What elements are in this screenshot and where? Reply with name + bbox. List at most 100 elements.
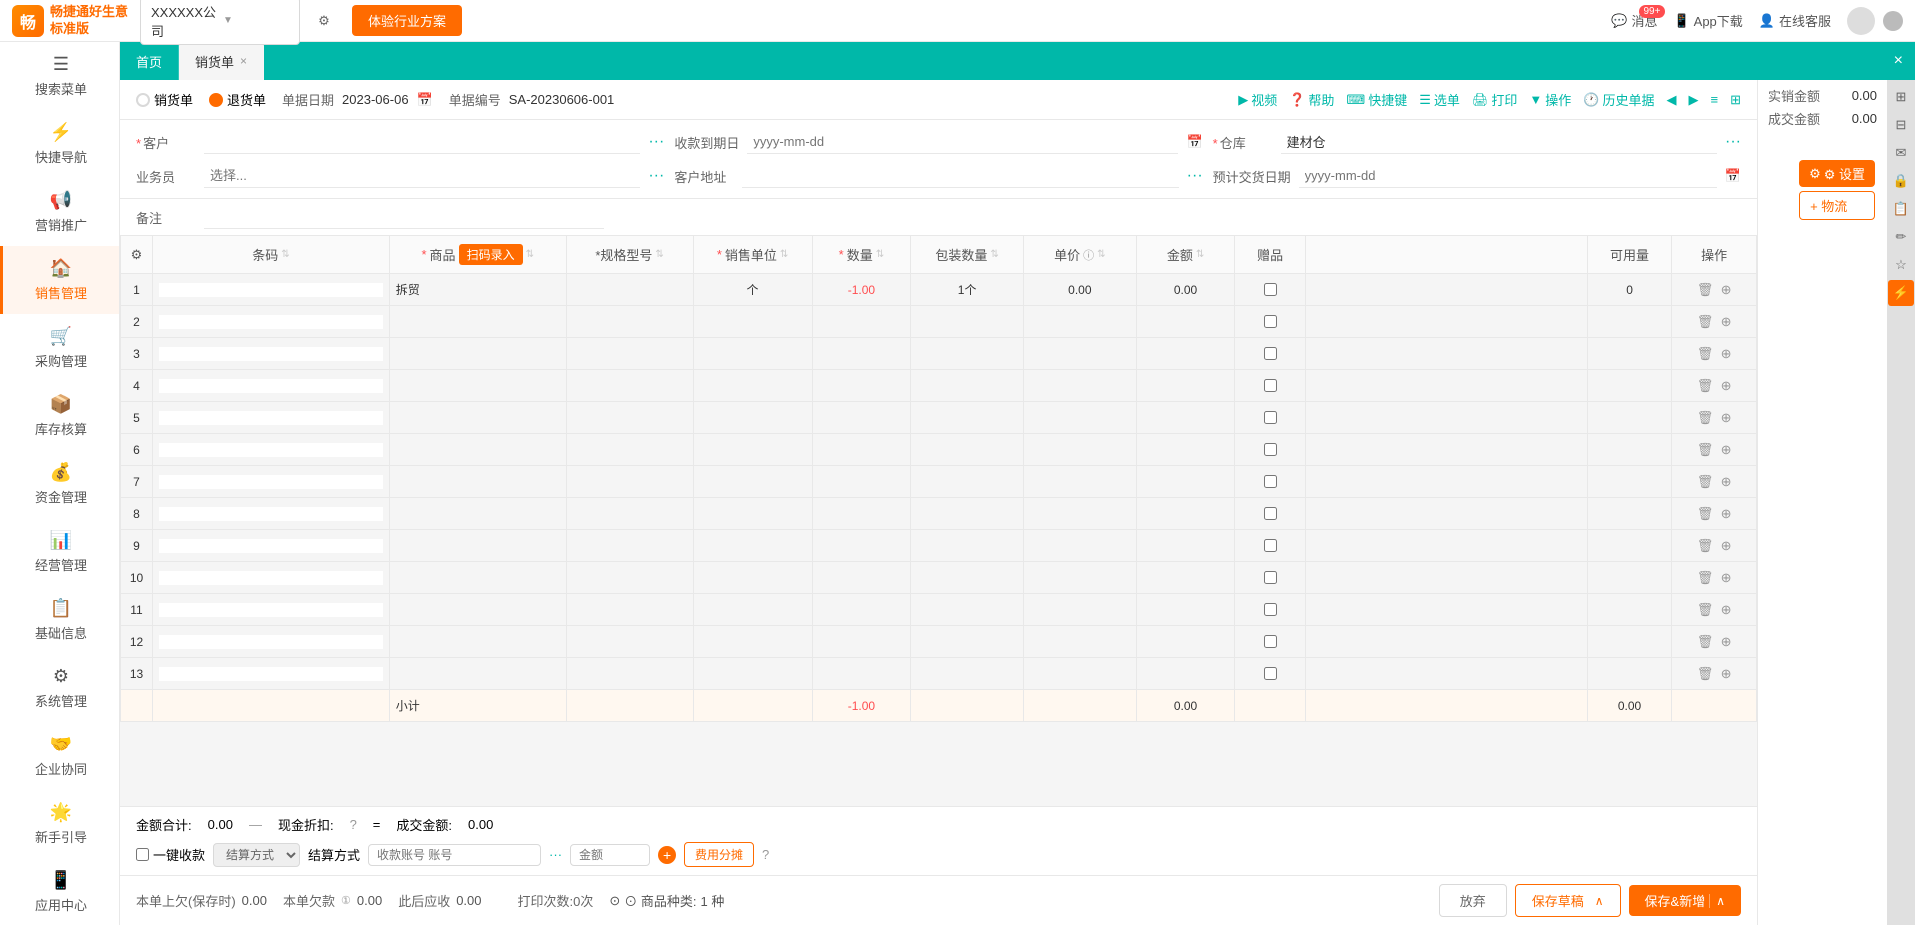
customer-address-input[interactable] xyxy=(742,164,1178,188)
address-dots-button[interactable]: ··· xyxy=(1187,167,1203,185)
barcode-input[interactable] xyxy=(159,283,383,297)
message-button[interactable]: 💬 消息 99+ xyxy=(1611,11,1657,30)
side-panel-edit[interactable]: ✏ xyxy=(1888,224,1914,250)
cell-barcode[interactable] xyxy=(153,338,390,370)
cell-gift[interactable] xyxy=(1235,338,1305,370)
barcode-input[interactable] xyxy=(159,635,383,649)
sidebar-item-operations[interactable]: 📊 经营管理 xyxy=(0,518,119,586)
barcode-input[interactable] xyxy=(159,475,383,489)
sidebar-item-guide[interactable]: 🌟 新手引导 xyxy=(0,790,119,858)
sidebar-item-basic[interactable]: 📋 基础信息 xyxy=(0,586,119,654)
sidebar-item-cooperation[interactable]: 🤝 企业协同 xyxy=(0,722,119,790)
barcode-input[interactable] xyxy=(159,443,383,457)
side-panel-star[interactable]: ☆ xyxy=(1888,252,1914,278)
copy-row-button[interactable]: ⊕ xyxy=(1721,282,1732,297)
gift-checkbox[interactable] xyxy=(1264,443,1277,456)
gift-checkbox[interactable] xyxy=(1264,603,1277,616)
customer-input[interactable] xyxy=(204,130,640,154)
expected-delivery-input[interactable] xyxy=(1299,164,1717,188)
side-panel-lightning[interactable]: ⚡ xyxy=(1888,280,1914,306)
calendar-icon[interactable]: 📅 xyxy=(417,92,433,108)
return-order-radio[interactable]: 退货单 xyxy=(209,90,266,109)
delete-row-button[interactable]: 🗑 xyxy=(1697,666,1714,681)
gift-checkbox[interactable] xyxy=(1264,347,1277,360)
side-panel-message[interactable]: ✉ xyxy=(1888,140,1914,166)
help-button[interactable]: ❓ 帮助 xyxy=(1289,90,1334,109)
barcode-input[interactable] xyxy=(159,571,383,585)
cell-barcode[interactable] xyxy=(153,498,390,530)
delete-row-button[interactable]: 🗑 xyxy=(1697,602,1714,617)
cell-barcode[interactable] xyxy=(153,370,390,402)
user-avatar-extra[interactable] xyxy=(1883,11,1903,31)
sidebar-item-sales[interactable]: 🏠 销售管理 xyxy=(0,246,119,314)
sales-order-radio[interactable]: 销货单 xyxy=(136,90,193,109)
abandon-button[interactable]: 放弃 xyxy=(1439,884,1507,917)
add-payment-button[interactable]: + xyxy=(658,846,676,864)
cell-gift[interactable] xyxy=(1235,658,1305,690)
delete-row-button[interactable]: 🗑 xyxy=(1697,570,1714,585)
cell-barcode[interactable] xyxy=(153,466,390,498)
gift-checkbox[interactable] xyxy=(1264,379,1277,392)
payment-amount-input[interactable] xyxy=(570,844,650,866)
payment-due-input[interactable] xyxy=(747,130,1178,154)
copy-row-button[interactable]: ⊕ xyxy=(1721,666,1732,681)
salesperson-input[interactable] xyxy=(204,164,640,188)
gift-checkbox[interactable] xyxy=(1264,315,1277,328)
warehouse-input[interactable] xyxy=(1281,130,1717,154)
select-bill-button[interactable]: ☰ 选单 xyxy=(1419,90,1460,109)
shortcut-button[interactable]: ⌨ 快捷键 xyxy=(1346,90,1407,109)
delete-row-button[interactable]: 🗑 xyxy=(1697,378,1714,393)
barcode-input[interactable] xyxy=(159,603,383,617)
side-panel-lock[interactable]: 🔒 xyxy=(1888,168,1914,194)
scan-button[interactable]: 扫码录入 xyxy=(459,244,523,265)
delete-row-button[interactable]: 🗑 xyxy=(1697,410,1714,425)
sidebar-item-system[interactable]: ⚙ 系统管理 xyxy=(0,654,119,722)
cell-gift[interactable] xyxy=(1235,562,1305,594)
account-input[interactable] xyxy=(368,844,541,866)
sidebar-item-appstore[interactable]: 📱 应用中心 xyxy=(0,858,119,925)
list-view-button[interactable]: ≡ xyxy=(1711,92,1719,107)
copy-row-button[interactable]: ⊕ xyxy=(1721,410,1732,425)
copy-row-button[interactable]: ⊕ xyxy=(1721,634,1732,649)
tab-home[interactable]: 首页 xyxy=(120,42,179,80)
delete-row-button[interactable]: 🗑 xyxy=(1697,634,1714,649)
calendar-due-icon[interactable]: 📅 xyxy=(1186,134,1202,150)
user-avatar[interactable] xyxy=(1847,7,1875,35)
save-new-button[interactable]: 保存&新增 ∧ xyxy=(1629,885,1741,916)
th-settings[interactable]: ⚙ xyxy=(121,236,153,274)
sidebar-item-finance[interactable]: 💰 资金管理 xyxy=(0,450,119,518)
cell-gift[interactable] xyxy=(1235,370,1305,402)
gift-checkbox[interactable] xyxy=(1264,539,1277,552)
tab-sales-order[interactable]: 销货单 × xyxy=(179,42,264,80)
dots-account[interactable]: ··· xyxy=(549,847,562,862)
company-selector[interactable]: XXXXXX公司 ▼ xyxy=(140,0,300,45)
barcode-input[interactable] xyxy=(159,507,383,521)
online-service-button[interactable]: 👤 在线客服 xyxy=(1759,11,1831,30)
delete-row-button[interactable]: 🗑 xyxy=(1697,506,1714,521)
barcode-input[interactable] xyxy=(159,347,383,361)
sidebar-item-quick-nav[interactable]: ⚡ 快捷导航 xyxy=(0,110,119,178)
barcode-input[interactable] xyxy=(159,539,383,553)
save-draft-button[interactable]: 保存草稿 ∧ xyxy=(1515,884,1621,917)
copy-row-button[interactable]: ⊕ xyxy=(1721,602,1732,617)
warehouse-dots-button[interactable]: ··· xyxy=(1725,133,1741,151)
delete-row-button[interactable]: 🗑 xyxy=(1697,346,1714,361)
barcode-input[interactable] xyxy=(159,411,383,425)
grid-view-button[interactable]: ⊞ xyxy=(1730,92,1741,108)
delete-row-button[interactable]: 🗑 xyxy=(1697,314,1714,329)
cell-gift[interactable] xyxy=(1235,594,1305,626)
app-download-button[interactable]: 📱 App下载 xyxy=(1673,11,1742,30)
note-input[interactable] xyxy=(204,205,604,229)
cell-barcode[interactable] xyxy=(153,658,390,690)
cell-barcode[interactable] xyxy=(153,306,390,338)
discount-question-icon[interactable]: ? xyxy=(350,817,357,832)
side-panel-clipboard[interactable]: 📋 xyxy=(1888,196,1914,222)
settings-button[interactable]: ⚙ xyxy=(308,5,340,37)
copy-row-button[interactable]: ⊕ xyxy=(1721,474,1732,489)
delete-row-button[interactable]: 🗑 xyxy=(1697,282,1714,297)
cell-gift[interactable] xyxy=(1235,434,1305,466)
gift-checkbox[interactable] xyxy=(1264,475,1277,488)
cell-gift[interactable] xyxy=(1235,530,1305,562)
barcode-input[interactable] xyxy=(159,315,383,329)
side-panel-2[interactable]: ⊟ xyxy=(1888,112,1914,138)
